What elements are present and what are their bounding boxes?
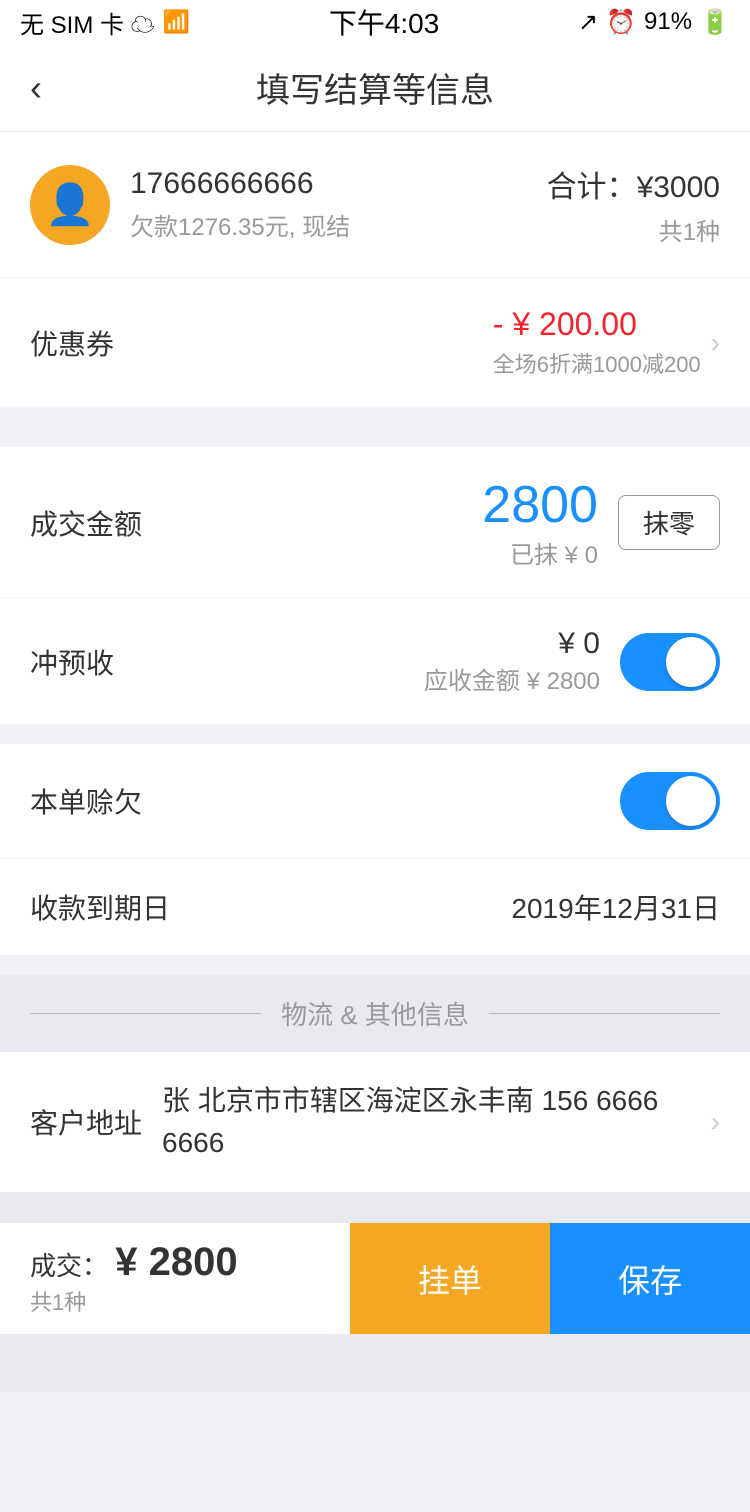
prepaid-stack: ¥ 0 应收金额 ¥ 2800: [424, 627, 600, 696]
user-phone: 17666666666: [130, 167, 350, 201]
section-divider-3: [0, 955, 750, 975]
coupon-value: - ¥ 200.00: [493, 306, 701, 343]
footer-deal-label: 成交： ¥ 2800: [30, 1240, 320, 1285]
user-icon: 👤: [45, 181, 95, 228]
wifi-icon: 📶: [163, 9, 190, 35]
total-amount: 合计：¥3000: [547, 162, 720, 206]
user-desc: 欠款1276.35元, 现结: [130, 207, 350, 242]
total-count: 共1种: [547, 212, 720, 247]
footer-info: 成交： ¥ 2800 共1种: [0, 1223, 350, 1334]
debt-right: [620, 772, 720, 830]
prepaid-row: 冲预收 ¥ 0 应收金额 ¥ 2800: [0, 599, 750, 724]
status-bar: 无 SIM 卡 ☁ 📶 下午4:03 ↗ ⏰ 91% 🔋: [0, 0, 750, 44]
deal-amount-label: 成交金额: [30, 503, 142, 543]
logistics-separator: 物流 & 其他信息: [0, 975, 750, 1052]
debt-toggle-thumb: [666, 776, 716, 826]
debt-label: 本单赊欠: [30, 781, 142, 821]
status-right: ↗ ⏰ 91% 🔋: [578, 8, 730, 37]
sim-status: 无 SIM 卡 ☁: [20, 5, 155, 40]
due-date-label: 收款到期日: [30, 887, 170, 927]
user-row: 👤 17666666666 欠款1276.35元, 现结 合计：¥3000 共1…: [0, 132, 750, 277]
deal-amount-sub: 已抹 ¥ 0: [482, 535, 598, 570]
sep-line-right: [489, 1013, 720, 1014]
deal-amount-row: 成交金额 2800 已抹 ¥ 0 抹零: [0, 447, 750, 599]
coupon-chevron: ›: [711, 327, 720, 359]
avatar: 👤: [30, 165, 110, 245]
coupon-row[interactable]: 优惠券 - ¥ 200.00 全场6折满1000减200 ›: [0, 277, 750, 407]
nav-bar: ‹ 填写结算等信息: [0, 44, 750, 132]
user-total: 合计：¥3000 共1种: [547, 162, 720, 247]
hang-button[interactable]: 挂单: [350, 1223, 550, 1334]
debt-card: 本单赊欠 收款到期日 2019年12月31日: [0, 744, 750, 955]
due-date-value: 2019年12月31日: [511, 887, 720, 927]
coupon-right: - ¥ 200.00 全场6折满1000减200 ›: [493, 306, 720, 379]
coupon-label: 优惠券: [30, 323, 114, 363]
total-label: 合计：: [547, 171, 637, 204]
deal-amount-value: 2800: [482, 475, 598, 535]
deal-amount-stack: 2800 已抹 ¥ 0: [482, 475, 598, 570]
coupon-desc: 全场6折满1000减200: [493, 347, 701, 379]
coupon-info: - ¥ 200.00 全场6折满1000减200: [493, 306, 701, 379]
battery-status: 91%: [644, 8, 692, 36]
page-title: 填写结算等信息: [256, 63, 494, 112]
deal-prepaid-card: 成交金额 2800 已抹 ¥ 0 抹零 冲预收 ¥ 0 应收金额 ¥ 2800: [0, 447, 750, 724]
prepaid-toggle[interactable]: [620, 633, 720, 691]
footer-deal-count: 共1种: [30, 1285, 320, 1317]
footer-deal-amount: ¥ 2800: [115, 1240, 237, 1284]
deal-amount-right: 2800 已抹 ¥ 0 抹零: [482, 475, 720, 570]
prepaid-label: 冲预收: [30, 642, 114, 682]
address-label: 客户地址: [30, 1102, 142, 1142]
address-value: 张 北京市市辖区海淀区永丰南 156 6666 6666: [162, 1080, 701, 1164]
round-zero-button[interactable]: 抹零: [618, 495, 720, 550]
prepaid-right: ¥ 0 应收金额 ¥ 2800: [424, 627, 720, 696]
status-time: 下午4:03: [329, 2, 440, 42]
due-date-row: 收款到期日 2019年12月31日: [0, 859, 750, 955]
debt-row: 本单赊欠: [0, 744, 750, 859]
total-value: ¥3000: [637, 171, 720, 204]
user-card: 👤 17666666666 欠款1276.35元, 现结 合计：¥3000 共1…: [0, 132, 750, 407]
sep-line-left: [30, 1013, 261, 1014]
debt-toggle[interactable]: [620, 772, 720, 830]
logistics-label: 物流 & 其他信息: [281, 995, 469, 1032]
toggle-thumb: [666, 637, 716, 687]
section-divider-2: [0, 724, 750, 744]
save-button[interactable]: 保存: [550, 1223, 750, 1334]
user-left: 👤 17666666666 欠款1276.35元, 现结: [30, 165, 350, 245]
location-icon: ↗: [578, 8, 598, 37]
prepaid-amount: ¥ 0: [424, 627, 600, 661]
status-left: 无 SIM 卡 ☁ 📶: [20, 5, 190, 40]
footer-deal-text: 成交：: [30, 1251, 108, 1281]
back-button[interactable]: ‹: [30, 67, 90, 109]
battery-icon: 🔋: [700, 8, 730, 37]
alarm-icon: ⏰: [606, 8, 636, 37]
section-divider-1: [0, 427, 750, 447]
address-row[interactable]: 客户地址 张 北京市市辖区海淀区永丰南 156 6666 6666 ›: [0, 1052, 750, 1192]
address-chevron: ›: [711, 1106, 720, 1138]
prepaid-sub: 应收金额 ¥ 2800: [424, 661, 600, 696]
user-info: 17666666666 欠款1276.35元, 现结: [130, 167, 350, 242]
footer: 成交： ¥ 2800 共1种 挂单 保存: [0, 1222, 750, 1334]
